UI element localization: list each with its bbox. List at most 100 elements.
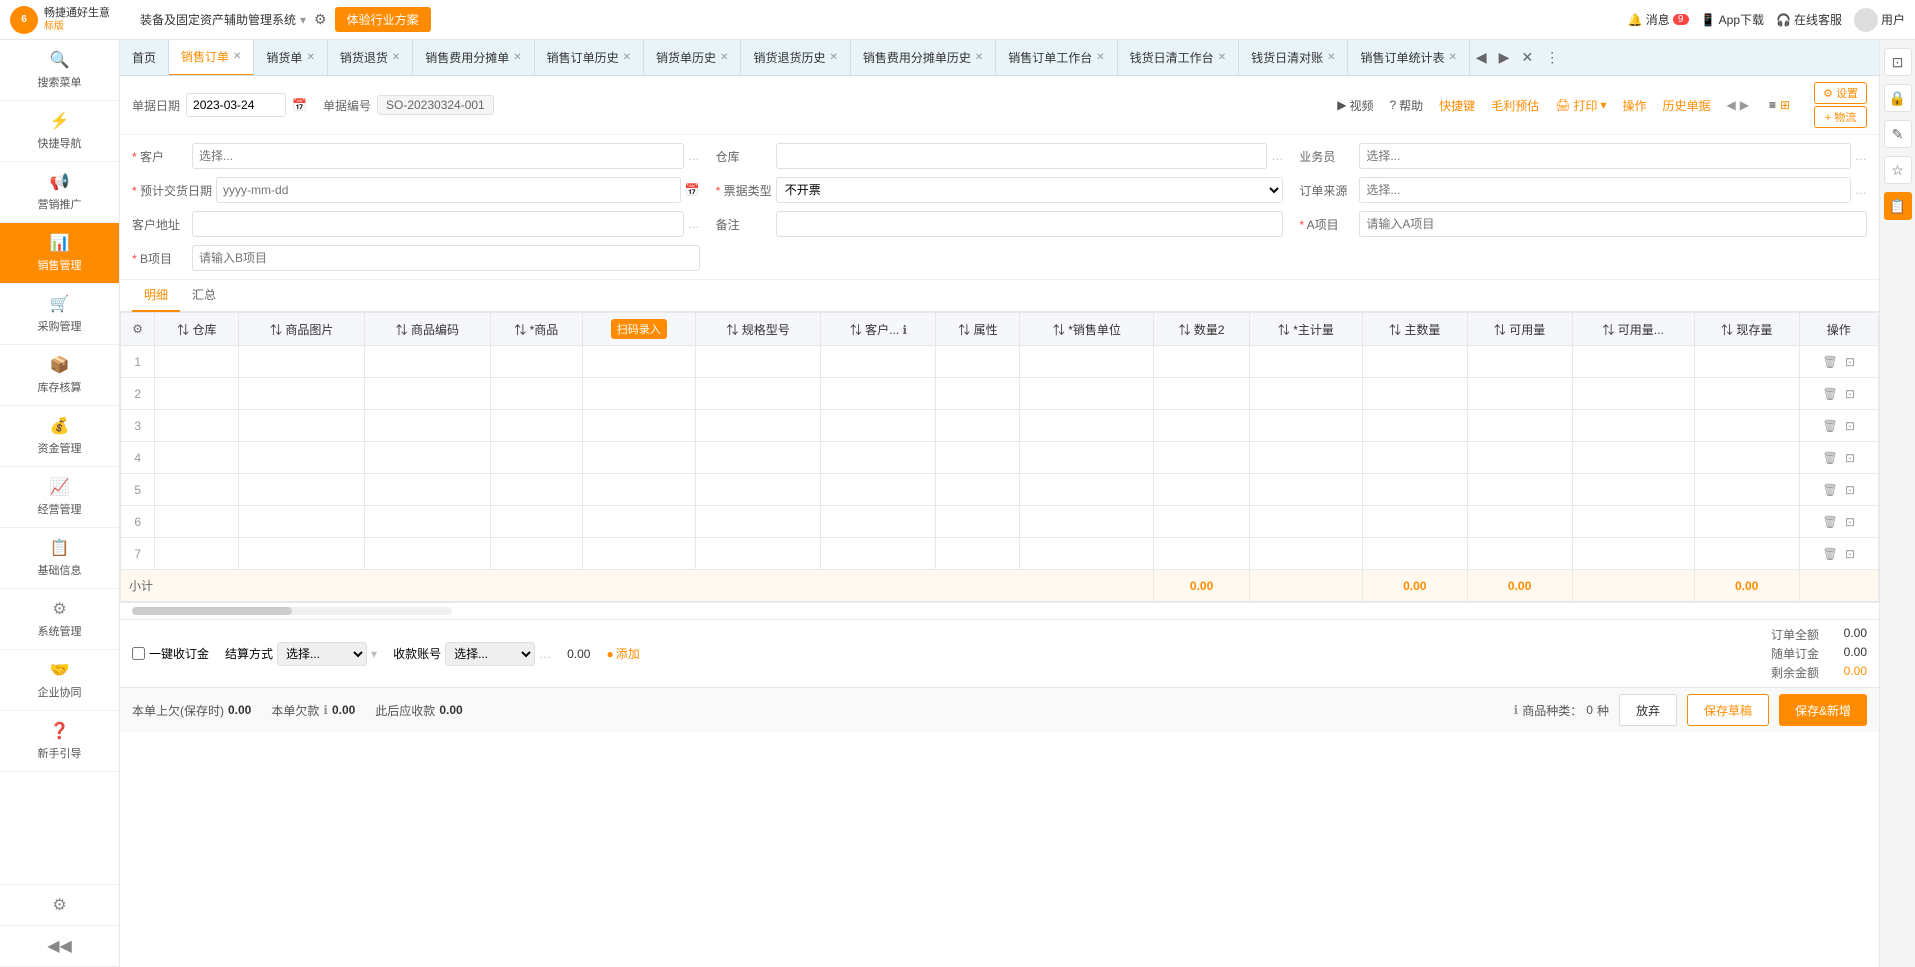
warehouse-input[interactable]: 成品库 <box>776 143 1268 169</box>
sort-icon11[interactable]: ⇅ <box>1389 323 1401 337</box>
tab-invoice-history-close[interactable]: ✕ <box>720 52 728 63</box>
row-delete-icon-4[interactable]: 🗑 <box>1822 451 1837 465</box>
product-count-icon[interactable]: ℹ <box>1514 703 1519 717</box>
sort-icon14[interactable]: ⇅ <box>1721 323 1733 337</box>
sort-icon2[interactable]: ⇅ <box>270 323 282 337</box>
sort-icon12[interactable]: ⇅ <box>1494 323 1506 337</box>
tab-expense-history-close[interactable]: ✕ <box>975 52 983 63</box>
save-draft-btn[interactable]: 保存草稿 <box>1687 694 1769 726</box>
delivery-date-input[interactable] <box>216 177 681 203</box>
user-item[interactable]: 用户 <box>1854 8 1905 32</box>
tab-close-all-btn[interactable]: ✕ <box>1515 49 1539 66</box>
customer-address-input[interactable] <box>192 211 684 237</box>
sort-icon7[interactable]: ⇅ <box>958 323 970 337</box>
tab-sales-order-history[interactable]: 销售订单历史 ✕ <box>535 40 644 76</box>
tab-home[interactable]: 首页 <box>120 40 169 76</box>
tab-statistics[interactable]: 销售订单统计表 ✕ <box>1348 40 1469 76</box>
customer-dots-icon[interactable]: … <box>688 149 700 163</box>
rp-icon-1[interactable]: ⊡ <box>1884 48 1912 76</box>
tab-sales-order[interactable]: 销售订单 ✕ <box>169 40 254 76</box>
save-new-btn[interactable]: 保存&新增 <box>1779 694 1867 726</box>
grid-view-icon[interactable]: ⊞ <box>1780 98 1790 112</box>
settings-panel-btn[interactable]: ⚙ 设置 <box>1814 82 1867 104</box>
profit-btn[interactable]: 毛利预估 <box>1491 97 1539 114</box>
row-copy-icon-7[interactable]: ⊡ <box>1845 547 1855 561</box>
row-copy-icon-3[interactable]: ⊡ <box>1845 419 1855 433</box>
order-source-input[interactable] <box>1359 177 1851 203</box>
nav-prev-icon[interactable]: ◀ <box>1727 98 1736 112</box>
add-logistics-btn[interactable]: + 物流 <box>1814 106 1867 128</box>
shortcut-btn[interactable]: 快捷键 <box>1439 97 1475 114</box>
tab-sales-invoice[interactable]: 销货单 ✕ <box>254 40 327 76</box>
tab-detail[interactable]: 明细 <box>132 280 180 312</box>
tab-workbench[interactable]: 销售订单工作台 ✕ <box>996 40 1117 76</box>
row-copy-icon-5[interactable]: ⊡ <box>1845 483 1855 497</box>
sort-icon3[interactable]: ⇅ <box>396 323 408 337</box>
column-settings-icon[interactable]: ⚙ <box>132 322 143 336</box>
list-view-icon[interactable]: ≡ <box>1769 98 1776 112</box>
horizontal-scrollbar[interactable] <box>132 607 452 615</box>
online-service-item[interactable]: 🎧 在线客服 <box>1776 11 1842 28</box>
tab-summary[interactable]: 汇总 <box>180 280 228 312</box>
row-delete-icon-1[interactable]: 🗑 <box>1822 355 1837 369</box>
sidebar-item-inventory[interactable]: 📦 库存核算 <box>0 345 119 406</box>
sidebar-item-operation[interactable]: 📈 经营管理 <box>0 467 119 528</box>
sidebar-bottom-settings[interactable]: ⚙ <box>0 885 119 926</box>
tab-workbench-close[interactable]: ✕ <box>1096 52 1104 63</box>
payment-method-select[interactable]: 选择... <box>277 642 367 666</box>
b-project-input[interactable] <box>192 245 700 271</box>
calendar-icon[interactable]: 📅 <box>292 98 307 112</box>
view-video-btn[interactable]: ▶ 视频 <box>1337 97 1373 114</box>
sort-icon5[interactable]: ⇅ <box>726 323 738 337</box>
row-delete-icon-6[interactable]: 🗑 <box>1822 515 1837 529</box>
sidebar-bottom-collapse[interactable]: ◀◀ <box>0 926 119 967</box>
rp-icon-4[interactable]: ☆ <box>1884 156 1912 184</box>
discard-btn[interactable]: 放弃 <box>1619 694 1677 726</box>
scroll-thumb[interactable] <box>132 607 292 615</box>
sidebar-item-collaboration[interactable]: 🤝 企业协同 <box>0 650 119 711</box>
rp-icon-2[interactable]: 🔒 <box>1884 84 1912 112</box>
operation-btn[interactable]: 操作 <box>1622 97 1646 114</box>
tab-invoice-history[interactable]: 销货单历史 ✕ <box>644 40 741 76</box>
print-dropdown-icon[interactable]: ▾ <box>1600 98 1606 112</box>
sort-icon8[interactable]: ⇅ <box>1053 323 1065 337</box>
invoice-type-select[interactable]: 不开票 <box>776 177 1284 203</box>
info-icon[interactable]: ℹ <box>323 703 328 717</box>
rp-icon-5[interactable]: 📋 <box>1884 192 1912 220</box>
sort-icon4[interactable]: ⇅ <box>514 323 526 337</box>
sidebar-item-basic-info[interactable]: 📋 基础信息 <box>0 528 119 589</box>
sidebar-item-quick-nav[interactable]: ⚡ 快捷导航 <box>0 101 119 162</box>
tab-daily-workbench-close[interactable]: ✕ <box>1218 52 1226 63</box>
sidebar-item-guide[interactable]: ❓ 新手引导 <box>0 711 119 772</box>
sidebar-item-sales[interactable]: 📊 销售管理 <box>0 223 119 284</box>
warehouse-dots-icon[interactable]: … <box>1271 149 1283 163</box>
row-copy-icon-6[interactable]: ⊡ <box>1845 515 1855 529</box>
history-btn[interactable]: 历史单据 <box>1663 97 1711 114</box>
tab-statistics-close[interactable]: ✕ <box>1449 52 1457 63</box>
tab-expense-close[interactable]: ✕ <box>513 52 521 63</box>
sort-icon10[interactable]: ⇅ <box>1278 323 1290 337</box>
date-input[interactable] <box>186 93 286 117</box>
tab-next-btn[interactable]: ▶ <box>1493 49 1516 66</box>
sort-icon9[interactable]: ⇅ <box>1179 323 1191 337</box>
tab-prev-btn[interactable]: ◀ <box>1470 49 1493 66</box>
settings-button[interactable]: ⚙ <box>314 11 327 28</box>
delivery-calendar-icon[interactable]: 📅 <box>685 183 700 197</box>
staff-dots-icon[interactable]: … <box>1855 149 1867 163</box>
scan-btn[interactable]: 扫码录入 <box>611 319 667 339</box>
tab-reconcile[interactable]: 钱货日清对账 ✕ <box>1239 40 1348 76</box>
row-copy-icon-2[interactable]: ⊡ <box>1845 387 1855 401</box>
system-dropdown-icon[interactable]: ▾ <box>300 13 306 27</box>
sidebar-item-marketing[interactable]: 📢 营销推广 <box>0 162 119 223</box>
row-delete-icon-5[interactable]: 🗑 <box>1822 483 1837 497</box>
tab-daily-workbench[interactable]: 钱货日清工作台 ✕ <box>1118 40 1239 76</box>
account-select[interactable]: 选择... <box>445 642 535 666</box>
notification-item[interactable]: 🔔 消息 9 <box>1628 11 1689 28</box>
help-btn[interactable]: ? 帮助 <box>1389 97 1423 114</box>
add-deposit-btn[interactable]: ● 添加 <box>606 645 639 662</box>
sidebar-item-purchase[interactable]: 🛒 采购管理 <box>0 284 119 345</box>
tab-sales-order-close[interactable]: ✕ <box>233 51 241 62</box>
tab-return-history-close[interactable]: ✕ <box>829 52 837 63</box>
notes-input[interactable] <box>776 211 1284 237</box>
tab-expense-history[interactable]: 销售费用分摊单历史 ✕ <box>851 40 996 76</box>
